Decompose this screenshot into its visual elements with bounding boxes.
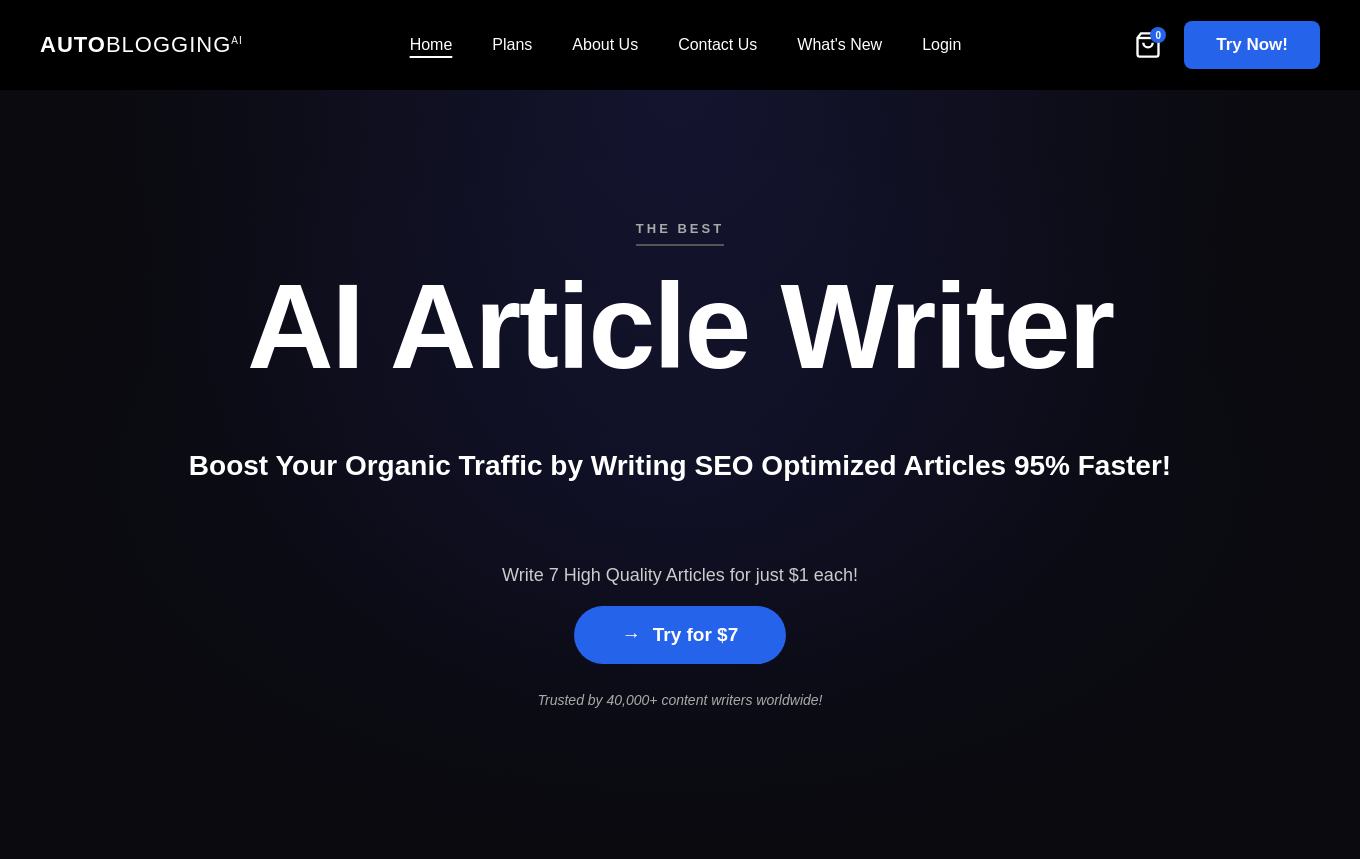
logo[interactable]: AUTOBLOGGINGAI [40,32,243,58]
sidebar-item-whats-new[interactable]: What's New [797,36,882,54]
arrow-icon: → [622,624,641,646]
sidebar-item-home[interactable]: Home [410,36,453,54]
sidebar-item-plans[interactable]: Plans [492,36,532,54]
hero-title: AI Article Writer [247,266,1113,386]
navbar: AUTOBLOGGINGAI Home Plans About Us Conta… [0,0,1360,90]
try-now-button[interactable]: Try Now! [1184,21,1320,69]
logo-text: AUTOBLOGGINGAI [40,32,243,57]
cart-button[interactable]: 0 [1128,25,1168,65]
hero-cta-section: Write 7 High Quality Articles for just $… [502,565,858,708]
nav-link-whats-new[interactable]: What's New [797,36,882,53]
hero-label: THE BEST [636,221,724,246]
hero-content: THE BEST AI Article Writer Boost Your Or… [189,221,1171,708]
nav-link-about[interactable]: About Us [572,36,638,53]
hero-trusted-text: Trusted by 40,000+ content writers world… [538,692,823,708]
hero-section: THE BEST AI Article Writer Boost Your Or… [0,90,1360,859]
sidebar-item-contact[interactable]: Contact Us [678,36,757,54]
hero-cta-button-label: Try for $7 [653,624,739,646]
nav-link-plans[interactable]: Plans [492,36,532,53]
hero-cta-text: Write 7 High Quality Articles for just $… [502,565,858,586]
nav-link-home[interactable]: Home [410,36,453,53]
sidebar-item-login[interactable]: Login [922,36,961,54]
cart-badge: 0 [1150,27,1166,43]
nav-right: 0 Try Now! [1128,21,1320,69]
hero-cta-button[interactable]: → Try for $7 [574,606,787,664]
hero-subtitle: Boost Your Organic Traffic by Writing SE… [189,446,1171,485]
nav-link-login[interactable]: Login [922,36,961,53]
nav-link-contact[interactable]: Contact Us [678,36,757,53]
sidebar-item-about[interactable]: About Us [572,36,638,54]
nav-links: Home Plans About Us Contact Us What's Ne… [410,36,962,54]
